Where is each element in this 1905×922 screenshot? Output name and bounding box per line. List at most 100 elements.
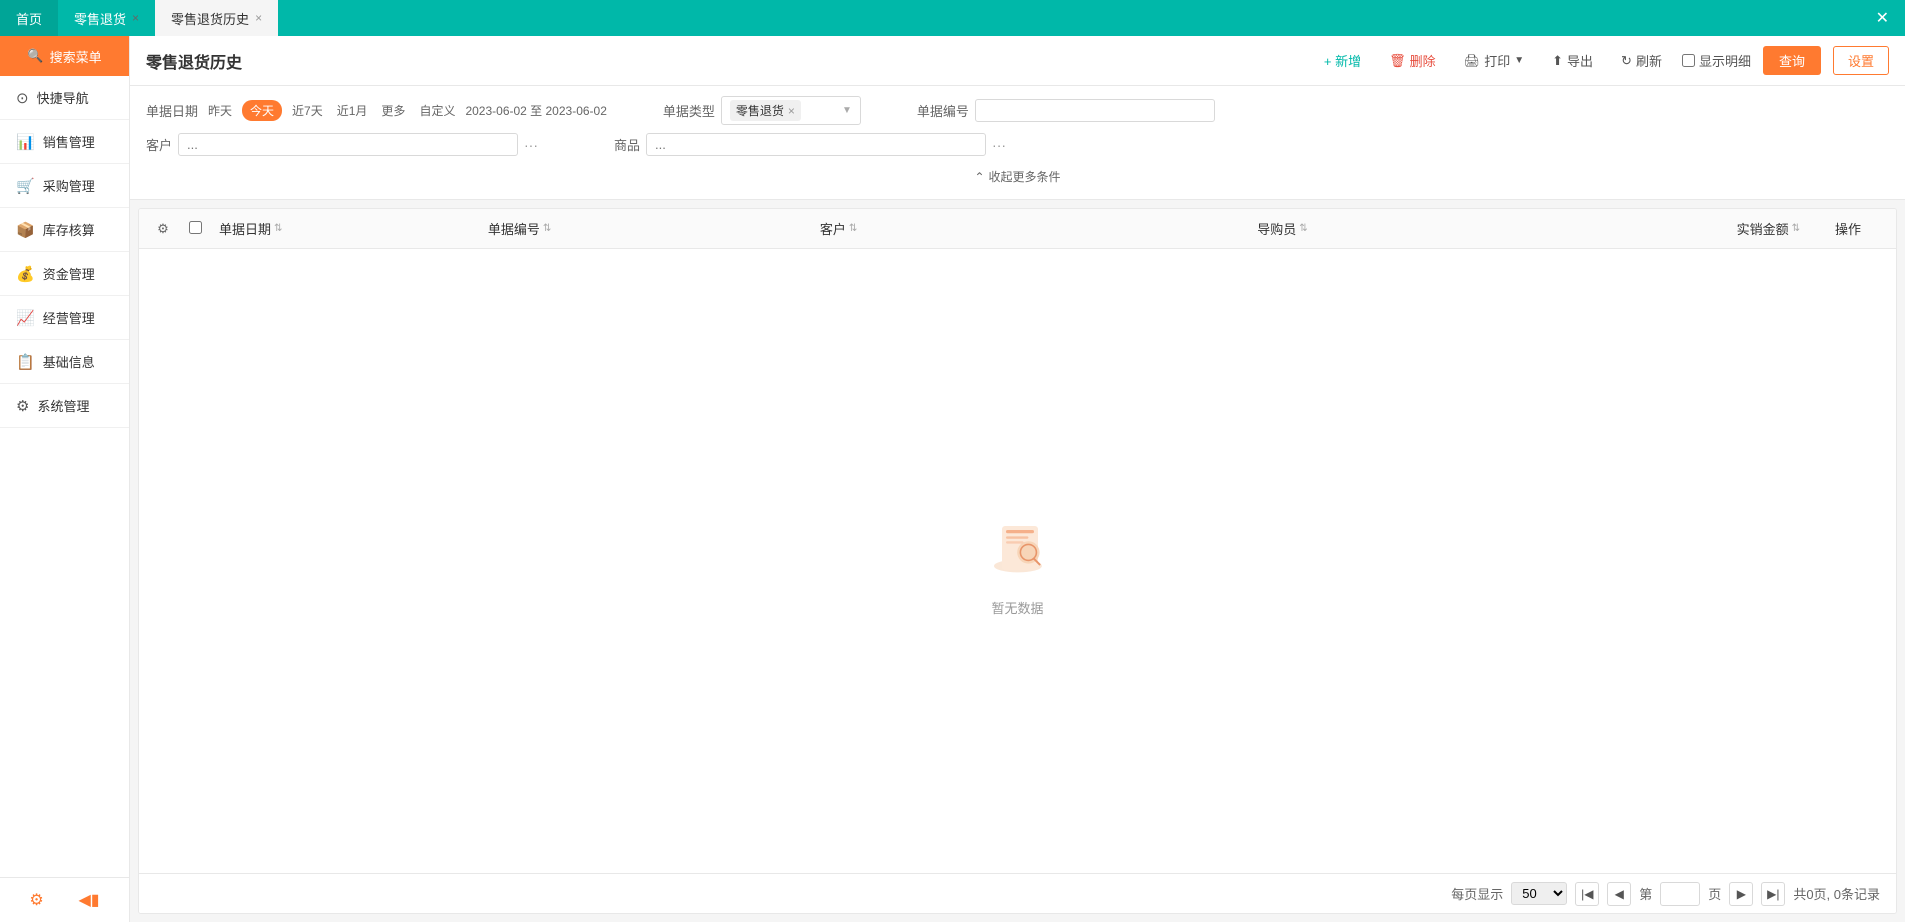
sidebar-item-basic-info[interactable]: 📋 基础信息 [0,340,129,384]
date-btn-custom[interactable]: 自定义 [415,100,459,121]
customer-input[interactable] [178,133,518,156]
date-filter-options: 昨天 今天 近7天 近1月 更多 自定义 [204,100,459,121]
empty-area: 暂无数据 [139,249,1896,873]
date-btn-7days[interactable]: 近7天 [288,100,327,121]
customer-filter-item: 客户 ··· [146,133,538,156]
total-info: 共0页, 0条记录 [1793,884,1880,903]
print-dropdown-icon: ▼ [1514,55,1524,66]
customer-label: 客户 [146,135,172,154]
sidebar-item-inventory[interactable]: 📦 库存核算 [0,208,129,252]
date-btn-yesterday[interactable]: 昨天 [204,100,236,121]
goods-filter-item: 商品 ··· [614,133,1006,156]
sidebar-search[interactable]: 🔍 搜索菜单 [0,36,129,76]
th-customer[interactable]: 客户 ⇅ [812,219,1249,238]
date-range-display: 2023-06-02 至 2023-06-02 [465,102,606,119]
gear-button[interactable]: ⚙ [29,890,43,910]
th-checkbox[interactable] [179,221,211,237]
export-icon: ⬆ [1552,53,1563,69]
delete-icon: 🗑 [1389,53,1406,69]
page-label: 第 [1639,884,1652,903]
th-action: 操作 [1808,219,1888,238]
date-btn-1month[interactable]: 近1月 [333,100,372,121]
guide-sort-icon: ⇅ [1299,223,1307,234]
sidebar: 🔍 搜索菜单 ⊙ 快捷导航 📊 销售管理 🛒 采购管理 📦 库存核算 💰 资金管… [0,36,130,922]
th-number[interactable]: 单据编号 ⇅ [480,219,812,238]
empty-icon [978,506,1058,586]
sidebar-bottom: ⚙ ◀▮ [0,877,129,922]
system-icon: ⚙ [16,397,29,415]
top-bar: 首页 零售退货 × 零售退货历史 × ✕ [0,0,1905,36]
purchase-icon: 🛒 [16,177,35,195]
setting-button[interactable]: 设置 [1833,46,1889,75]
table-header: ⚙ 单据日期 ⇅ 单据编号 ⇅ 客户 ⇅ 导购员 ⇅ [139,209,1896,249]
tab-list: 首页 零售退货 × 零售退货历史 × [0,0,1860,36]
pagination: 每页显示 50 10 20 100 |◀ ◀ 第 1 页 ▶ ▶| 共0页, 0… [139,873,1896,913]
th-guide[interactable]: 导购员 ⇅ [1249,219,1581,238]
number-sort-icon: ⇅ [543,223,551,234]
date-sort-icon: ⇅ [274,223,282,234]
sidebar-item-purchase[interactable]: 🛒 采购管理 [0,164,129,208]
collapse-button[interactable]: ⌃ 收起更多条件 [146,164,1889,189]
tab-retail-return[interactable]: 零售退货 × [58,0,155,36]
sidebar-item-sales[interactable]: 📊 销售管理 [0,120,129,164]
doc-type-dropdown-icon: ▼ [842,105,852,116]
per-page-label: 每页显示 [1451,884,1503,903]
collapse-icon: ⌃ [974,170,984,184]
filter-area: 单据日期 昨天 今天 近7天 近1月 更多 自定义 2023-06-02 至 2… [130,86,1905,200]
doc-type-tag: 零售退货 × [730,100,801,121]
th-date[interactable]: 单据日期 ⇅ [211,219,480,238]
page-number-input[interactable]: 1 [1660,882,1700,906]
quick-nav-icon: ⊙ [16,89,29,107]
goods-input[interactable] [646,133,986,156]
select-all-checkbox[interactable] [189,221,202,234]
main-layout: 🔍 搜索菜单 ⊙ 快捷导航 📊 销售管理 🛒 采购管理 📦 库存核算 💰 资金管… [0,36,1905,922]
date-btn-today[interactable]: 今天 [242,100,282,121]
goods-more-btn[interactable]: ··· [992,137,1006,153]
th-settings[interactable]: ⚙ [147,221,179,237]
goods-label: 商品 [614,135,640,154]
export-button[interactable]: ⬆ 导出 [1544,47,1601,74]
window-close-button[interactable]: ✕ [1860,8,1905,28]
amount-sort-icon: ⇅ [1792,223,1800,234]
search-icon: 🔍 [27,48,43,64]
first-page-btn[interactable]: |◀ [1575,882,1599,906]
toolbar: + 新增 🗑 删除 🖨 打印 ▼ ⬆ 导出 ↻ 刷新 [1316,46,1889,75]
th-amount[interactable]: 实销金额 ⇅ [1581,219,1808,238]
new-button[interactable]: + 新增 [1316,47,1369,74]
sales-icon: 📊 [16,133,35,151]
sidebar-item-system[interactable]: ⚙ 系统管理 [0,384,129,428]
prev-page-btn[interactable]: ◀ [1607,882,1631,906]
last-page-btn[interactable]: ▶| [1761,882,1785,906]
tab-retail-return-history[interactable]: 零售退货历史 × [155,0,278,36]
print-button[interactable]: 🖨 打印 ▼ [1456,47,1532,74]
empty-text: 暂无数据 [991,598,1043,617]
doc-number-input[interactable] [975,99,1215,122]
sidebar-item-quick-nav[interactable]: ⊙ 快捷导航 [0,76,129,120]
display-detail-input[interactable] [1682,54,1695,67]
inventory-icon: 📦 [16,221,35,239]
business-icon: 📈 [16,309,35,327]
sidebar-item-finance[interactable]: 💰 资金管理 [0,252,129,296]
filter-row-2: 客户 ··· 商品 ··· [146,133,1889,156]
content-area: 零售退货历史 + 新增 🗑 删除 🖨 打印 ▼ ⬆ 导出 [130,36,1905,922]
page-title: 零售退货历史 [146,49,242,73]
display-detail-checkbox[interactable]: 显示明细 [1682,51,1751,70]
customer-more-btn[interactable]: ··· [524,137,538,153]
sidebar-item-business[interactable]: 📈 经营管理 [0,296,129,340]
date-btn-more[interactable]: 更多 [377,100,409,121]
doc-type-tag-close[interactable]: × [788,104,795,118]
query-button[interactable]: 查询 [1763,46,1821,75]
next-page-btn[interactable]: ▶ [1729,882,1753,906]
tab-home[interactable]: 首页 [0,0,58,36]
per-page-select[interactable]: 50 10 20 100 [1511,882,1567,905]
volume-button[interactable]: ◀▮ [78,890,99,910]
filter-row-1: 单据日期 昨天 今天 近7天 近1月 更多 自定义 2023-06-02 至 2… [146,96,1889,125]
refresh-button[interactable]: ↻ 刷新 [1613,47,1670,74]
page-header: 零售退货历史 + 新增 🗑 删除 🖨 打印 ▼ ⬆ 导出 [130,36,1905,86]
page-unit: 页 [1708,884,1721,903]
close-tab-retail-return[interactable]: × [132,11,139,25]
delete-button[interactable]: 🗑 删除 [1381,47,1444,74]
close-tab-retail-return-history[interactable]: × [255,11,262,25]
print-icon: 🖨 [1464,53,1481,69]
doc-type-select[interactable]: 零售退货 × ▼ [721,96,861,125]
